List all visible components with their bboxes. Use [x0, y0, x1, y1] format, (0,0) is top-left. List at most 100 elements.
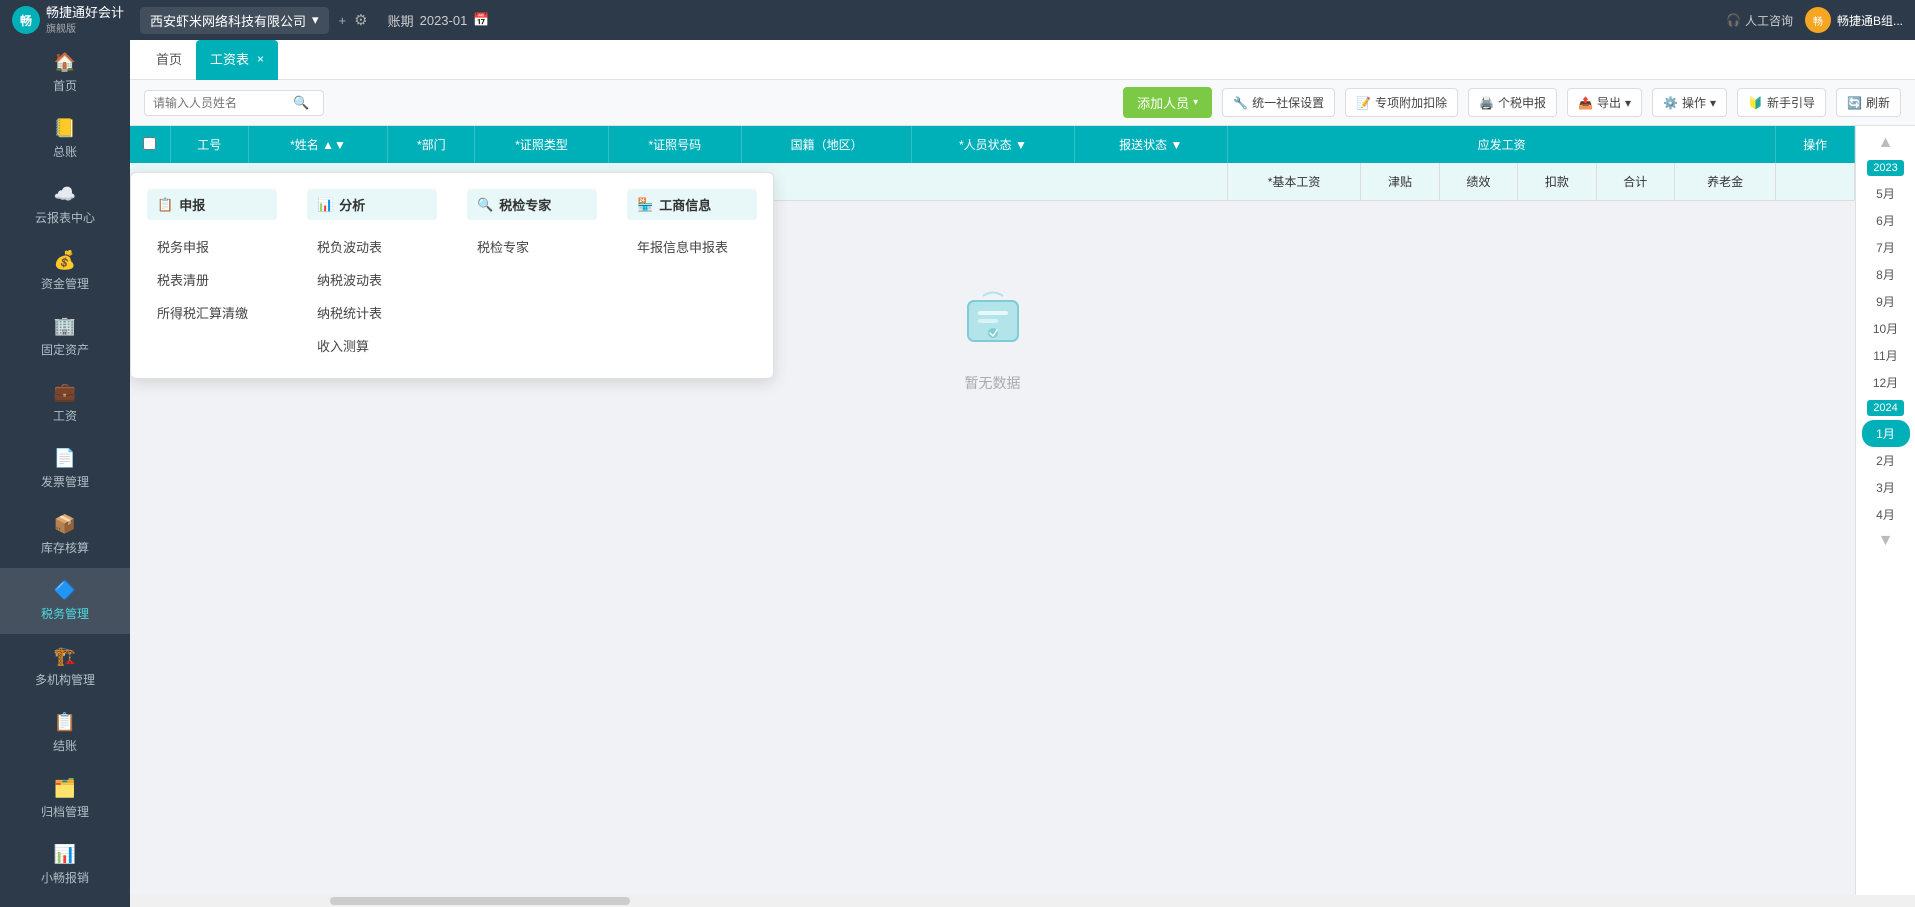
th-checkbox[interactable] [130, 126, 170, 163]
social-security-button[interactable]: 🔧 统一社保设置 [1222, 88, 1335, 117]
search-wrap[interactable]: 🔍 [144, 90, 324, 116]
fund-icon: 💰 [54, 250, 76, 271]
th-performance: 绩效 [1439, 163, 1517, 201]
tab-close-icon[interactable]: × [257, 52, 264, 66]
period-info: 账期 2023-01 📅 [388, 11, 490, 30]
calendar-icon[interactable]: 📅 [473, 12, 489, 28]
cal-month-11[interactable]: 11月 [1862, 342, 1910, 369]
scrollbar-thumb[interactable] [330, 897, 630, 905]
analysis-icon: 📊 [317, 197, 333, 213]
th-report: 报送状态 ▼ [1074, 126, 1227, 163]
sidebar-item-inventory[interactable]: 📦 库存核算 [0, 502, 130, 568]
cal-down-icon[interactable]: ▼ [1874, 528, 1898, 554]
sidebar-item-xiaochang[interactable]: 📊 小畅报销 [0, 832, 130, 898]
th-pension: 养老金 [1674, 163, 1775, 201]
dropdown-popup: 📋 申报 税务申报 税表清册 所得税汇算清缴 📊 分析 税负波动表 [130, 172, 774, 379]
settings-icon[interactable]: ⚙ [354, 11, 367, 29]
tab-salary[interactable]: 工资表 × [196, 40, 278, 80]
scrollbar[interactable] [130, 895, 1915, 907]
item-tax-fluctuation[interactable]: 纳税波动表 [307, 263, 437, 296]
cal-month-2[interactable]: 2月 [1862, 447, 1910, 474]
cal-month-5[interactable]: 5月 [1862, 180, 1910, 207]
multi-icon: 🏗️ [54, 646, 76, 667]
sidebar-item-archive[interactable]: 🗂️ 归档管理 [0, 766, 130, 832]
new-guide-label: 新手引导 [1767, 94, 1815, 111]
cal-month-1[interactable]: 1月 [1862, 420, 1910, 447]
service-button[interactable]: 🎧 人工咨询 [1726, 12, 1793, 29]
logo-text-group: 畅捷通好会计 旗舰版 [46, 5, 124, 36]
refresh-button[interactable]: 🔄 刷新 [1836, 88, 1901, 117]
th-name: *姓名 ▲▼ [248, 126, 387, 163]
tab-home[interactable]: 首页 [142, 40, 196, 80]
sidebar-item-settlement[interactable]: 📋 结账 [0, 700, 130, 766]
user-label: 畅捷通B组... [1837, 12, 1903, 29]
item-tax-stats[interactable]: 纳税统计表 [307, 296, 437, 329]
cal-month-8[interactable]: 8月 [1862, 261, 1910, 288]
sidebar-label-asset: 固定资产 [41, 341, 89, 358]
tax-icon: 🔷 [54, 580, 76, 601]
item-tax-report[interactable]: 税务申报 [147, 230, 277, 263]
cal-month-3[interactable]: 3月 [1862, 474, 1910, 501]
sidebar-item-invoice[interactable]: 📄 发票管理 [0, 436, 130, 502]
operate-caret-icon: ▾ [1710, 96, 1716, 110]
sidebar-item-asset[interactable]: 🏢 固定资产 [0, 304, 130, 370]
cal-month-6[interactable]: 6月 [1862, 207, 1910, 234]
item-income-calc[interactable]: 收入测算 [307, 329, 437, 362]
sidebar-item-fund[interactable]: 💰 资金管理 [0, 238, 130, 304]
new-guide-button[interactable]: 🔰 新手引导 [1737, 88, 1826, 117]
sidebar-label-cloud: 云报表中心 [35, 209, 95, 226]
cal-month-10[interactable]: 10月 [1862, 315, 1910, 342]
add-person-label: 添加人员 [1137, 93, 1189, 112]
section-analysis-title: 📊 分析 [307, 189, 437, 220]
th-dept: *部门 [388, 126, 475, 163]
export-button[interactable]: 📤 导出 ▾ [1567, 88, 1642, 117]
select-all-checkbox[interactable] [143, 137, 156, 150]
company-selector[interactable]: 西安虾米网络科技有限公司 ▾ [140, 7, 329, 34]
search-icon[interactable]: 🔍 [293, 95, 309, 111]
avatar: 畅 [1805, 7, 1831, 33]
sidebar-item-home[interactable]: 🏠 首页 [0, 40, 130, 106]
business-icon: 🏪 [637, 197, 653, 213]
archive-icon: 🗂️ [54, 778, 76, 799]
tab-bar: 首页 工资表 × [130, 40, 1915, 80]
special-deduct-button[interactable]: 📝 专项附加扣除 [1345, 88, 1458, 117]
refresh-label: 刷新 [1866, 94, 1890, 111]
item-income-settlement[interactable]: 所得税汇算清缴 [147, 296, 277, 329]
declare-title-text: 申报 [179, 195, 205, 214]
section-analysis: 📊 分析 税负波动表 纳税波动表 纳税统计表 收入测算 [307, 189, 437, 362]
th-base-wage: *基本工资 [1227, 163, 1360, 201]
tab-salary-label: 工资表 [210, 49, 249, 68]
section-declare: 📋 申报 税务申报 税表清册 所得税汇算清缴 [147, 189, 277, 362]
operate-button[interactable]: ⚙️ 操作 ▾ [1652, 88, 1727, 117]
export-caret-icon: ▾ [1625, 96, 1631, 110]
sidebar-item-salary[interactable]: 💼 工资 [0, 370, 130, 436]
cal-month-7[interactable]: 7月 [1862, 234, 1910, 261]
business-title-text: 工商信息 [659, 195, 711, 214]
item-tax-check[interactable]: 税检专家 [467, 230, 597, 263]
section-expert: 🔍 税检专家 税检专家 [467, 189, 597, 362]
inventory-icon: 📦 [54, 514, 76, 535]
sidebar-item-multi[interactable]: 🏗️ 多机构管理 [0, 634, 130, 700]
item-tax-table[interactable]: 税表清册 [147, 263, 277, 296]
sidebar-item-tax[interactable]: 🔷 税务管理 [0, 568, 130, 634]
company-name: 西安虾米网络科技有限公司 [150, 11, 306, 30]
add-person-button[interactable]: 添加人员 ▾ [1123, 87, 1212, 118]
cal-month-12[interactable]: 12月 [1862, 369, 1910, 396]
item-annual-report[interactable]: 年报信息申报表 [627, 230, 757, 263]
main-layout: 🏠 首页 📒 总账 ☁️ 云报表中心 💰 资金管理 🏢 固定资产 💼 工资 📄 … [0, 40, 1915, 907]
operate-label: 操作 [1682, 94, 1706, 111]
user-button[interactable]: 畅 畅捷通B组... [1805, 7, 1903, 33]
search-input[interactable] [153, 96, 293, 110]
item-tax-burden[interactable]: 税负波动表 [307, 230, 437, 263]
home-icon: 🏠 [54, 52, 76, 73]
sidebar-item-basic[interactable]: ⚙️ 基础设置 [0, 898, 130, 907]
tax-declare-button[interactable]: 🖨️ 个税申报 [1468, 88, 1557, 117]
cal-month-9[interactable]: 9月 [1862, 288, 1910, 315]
section-business: 🏪 工商信息 年报信息申报表 [627, 189, 757, 362]
sidebar-item-ledger[interactable]: 📒 总账 [0, 106, 130, 172]
sidebar-item-cloud[interactable]: ☁️ 云报表中心 [0, 172, 130, 238]
cal-month-4[interactable]: 4月 [1862, 501, 1910, 528]
add-company-icon[interactable]: + [339, 13, 347, 28]
cal-up-icon[interactable]: ▲ [1874, 130, 1898, 156]
xiaochang-icon: 📊 [54, 844, 76, 865]
